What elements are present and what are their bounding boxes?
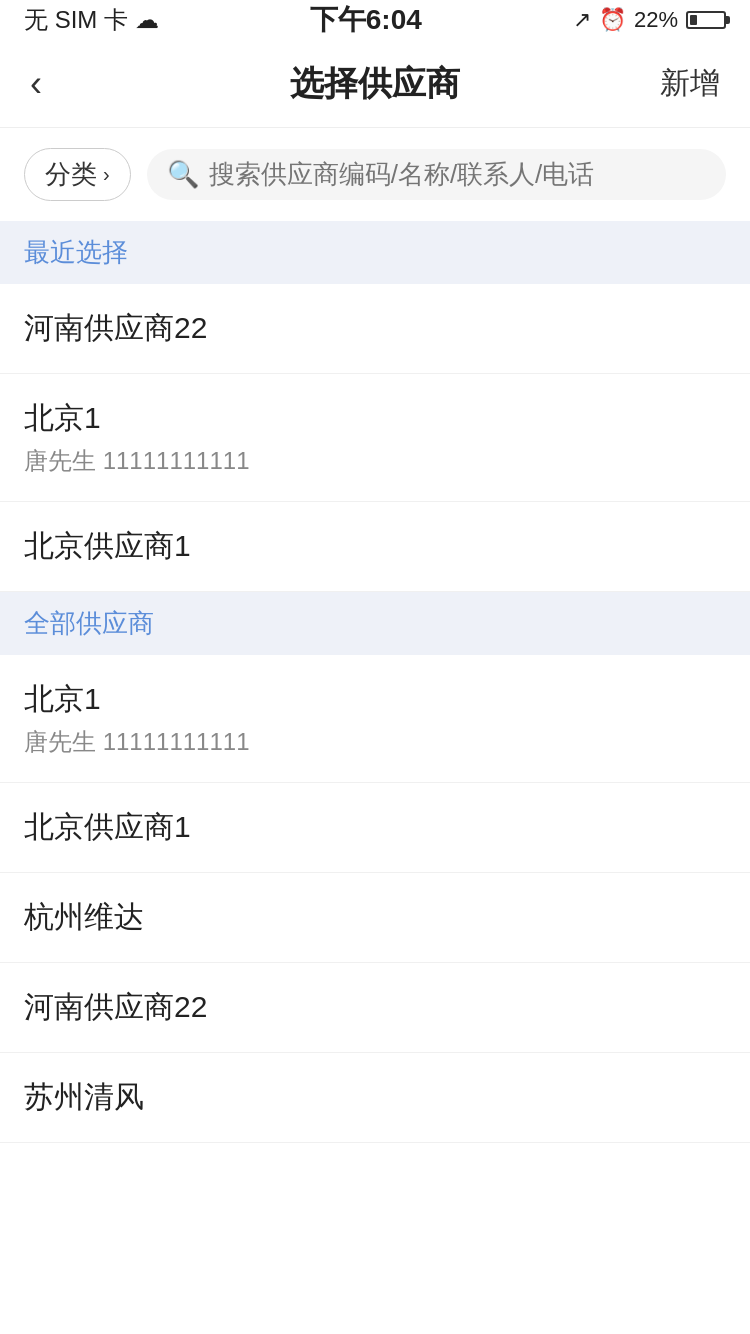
supplier-name: 苏州清风: [24, 1077, 726, 1118]
list-item[interactable]: 北京供应商1: [0, 502, 750, 592]
filter-row: 分类 › 🔍: [0, 128, 750, 221]
category-label: 分类: [45, 157, 97, 192]
list-item[interactable]: 杭州维达: [0, 873, 750, 963]
sim-status: 无 SIM 卡 ☁: [24, 4, 159, 36]
status-left: 无 SIM 卡 ☁: [24, 4, 159, 36]
status-right: ↗ ⏰ 22%: [573, 7, 726, 33]
chevron-right-icon: ›: [103, 163, 110, 186]
supplier-name: 北京供应商1: [24, 807, 726, 848]
supplier-name: 北京供应商1: [24, 526, 726, 567]
section-header-recent: 最近选择: [0, 221, 750, 284]
search-box[interactable]: 🔍: [147, 149, 726, 200]
supplier-name: 北京1: [24, 398, 726, 439]
page-title: 选择供应商: [290, 61, 460, 107]
supplier-name: 北京1: [24, 679, 726, 720]
list-item[interactable]: 北京供应商1: [0, 783, 750, 873]
alarm-icon: ⏰: [599, 7, 626, 33]
suppliers-list: 最近选择河南供应商22 北京1 唐先生 11111111111 北京供应商1 全部供应商…: [0, 221, 750, 1143]
nav-bar: ‹ 选择供应商 新增: [0, 40, 750, 128]
section-header-all: 全部供应商: [0, 592, 750, 655]
search-input[interactable]: [209, 159, 706, 190]
back-button[interactable]: ‹: [30, 63, 90, 105]
list-item[interactable]: 北京1 唐先生 11111111111: [0, 374, 750, 502]
supplier-sub: 唐先生 11111111111: [24, 445, 726, 477]
battery-icon: [686, 11, 726, 29]
list-item[interactable]: 苏州清风: [0, 1053, 750, 1143]
supplier-name: 杭州维达: [24, 897, 726, 938]
location-icon: ↗: [573, 7, 591, 33]
list-item[interactable]: 河南供应商22: [0, 963, 750, 1053]
supplier-name: 河南供应商22: [24, 987, 726, 1028]
status-time: 下午6:04: [310, 1, 422, 39]
supplier-sub: 唐先生 11111111111: [24, 726, 726, 758]
battery-percent: 22%: [634, 7, 678, 33]
add-button[interactable]: 新增: [660, 63, 720, 104]
status-bar: 无 SIM 卡 ☁ 下午6:04 ↗ ⏰ 22%: [0, 0, 750, 40]
search-icon: 🔍: [167, 159, 199, 190]
supplier-name: 河南供应商22: [24, 308, 726, 349]
list-item[interactable]: 河南供应商22: [0, 284, 750, 374]
category-filter[interactable]: 分类 ›: [24, 148, 131, 201]
list-item[interactable]: 北京1 唐先生 11111111111: [0, 655, 750, 783]
